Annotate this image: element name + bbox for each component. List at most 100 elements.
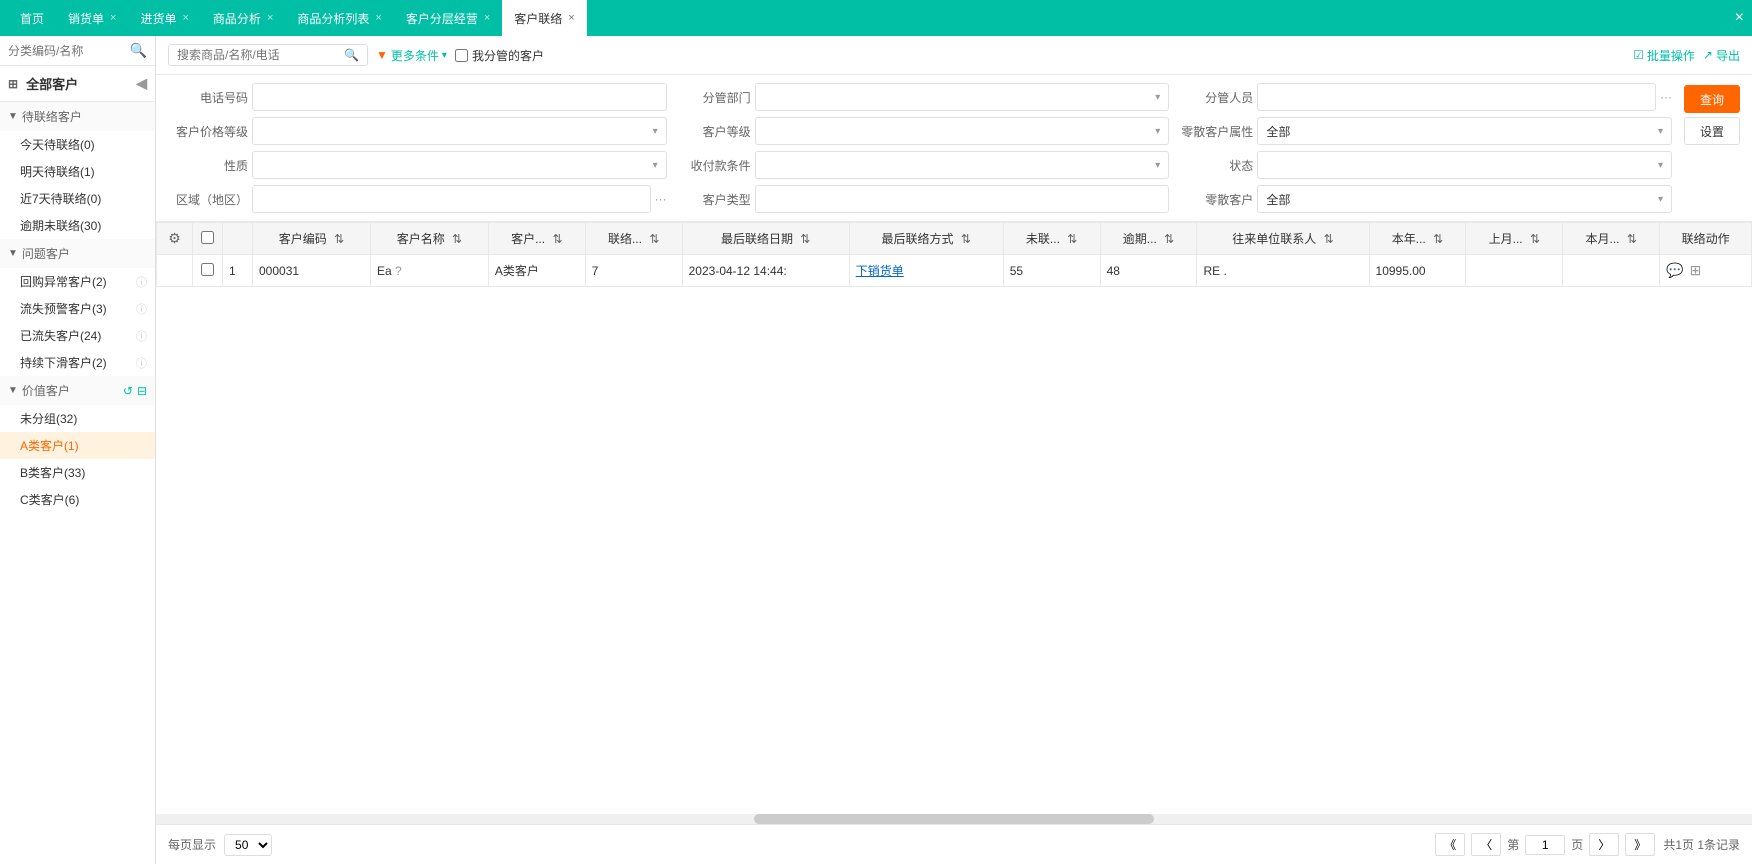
horizontal-scrollbar[interactable]	[156, 814, 1752, 824]
gear-settings-icon[interactable]: ⚙	[168, 230, 181, 246]
sort-icon-contact2[interactable]: ⇅	[1324, 232, 1334, 246]
col-last-method[interactable]: 最后联络方式 ⇅	[849, 223, 1003, 255]
sort-icon-overdue[interactable]: ⇅	[1164, 232, 1174, 246]
sort-icon-thismonth[interactable]: ⇅	[1627, 232, 1637, 246]
sidebar-item-c-class[interactable]: C类客户(6)	[0, 486, 155, 513]
sidebar-group-pending[interactable]: ▼ 待联络客户	[0, 102, 155, 131]
manager-dots-btn[interactable]: ···	[1660, 90, 1672, 104]
col-contact2[interactable]: 往来单位联系人 ⇅	[1197, 223, 1369, 255]
sort-icon-code[interactable]: ⇅	[334, 232, 344, 246]
manager-input[interactable]	[1257, 83, 1656, 111]
col-customer-code[interactable]: 客户编码 ⇅	[253, 223, 371, 255]
select-all-checkbox[interactable]	[201, 231, 214, 244]
prev-page-btn[interactable]: 〈	[1471, 833, 1501, 856]
all-customers-label[interactable]: 全部客户	[26, 74, 78, 93]
scrollbar-thumb[interactable]	[754, 814, 1154, 824]
tab-analysis-list[interactable]: 商品分析列表 ×	[285, 0, 393, 36]
price-tier-select[interactable]: ▾	[252, 117, 667, 145]
close-all-tabs[interactable]: ×	[1735, 9, 1744, 27]
sort-icon-name[interactable]: ⇅	[452, 232, 462, 246]
col-customer-level[interactable]: 客户... ⇅	[488, 223, 585, 255]
col-last-date[interactable]: 最后联络日期 ⇅	[682, 223, 849, 255]
sidebar-group-problem[interactable]: ▼ 问题客户	[0, 239, 155, 268]
col-last-month[interactable]: 上月... ⇅	[1466, 223, 1563, 255]
region-input[interactable]	[252, 185, 651, 213]
cust-type-input[interactable]	[755, 185, 1170, 213]
col-contact-count[interactable]: 联络... ⇅	[585, 223, 682, 255]
retail-attr-select[interactable]: 全部 ▾	[1257, 117, 1672, 145]
more-conditions-btn[interactable]: ▼ 更多条件 ▾	[376, 47, 447, 64]
sidebar-item-churn-warning[interactable]: 流失预警客户(3) ⓘ	[0, 295, 155, 322]
row-checkbox[interactable]	[201, 263, 214, 276]
next-page-btn[interactable]: 〉	[1589, 833, 1619, 856]
set-button[interactable]: 设置	[1684, 117, 1740, 145]
my-customer-check[interactable]	[455, 49, 468, 62]
sidebar-item-overdue[interactable]: 逾期未联络(30)	[0, 212, 155, 239]
row-method-cell: 下销货单	[849, 255, 1003, 287]
phone-input[interactable]	[252, 83, 667, 111]
sort-icon-lastmonth[interactable]: ⇅	[1530, 232, 1540, 246]
settings-icon[interactable]: ⊟	[137, 384, 147, 398]
info-icon-3: ⓘ	[136, 328, 147, 344]
sidebar-item-ungroup[interactable]: 未分组(32)	[0, 405, 155, 432]
col-customer-name[interactable]: 客户名称 ⇅	[370, 223, 488, 255]
search-submit-icon[interactable]: 🔍	[344, 48, 359, 62]
close-tab-purchase[interactable]: ×	[182, 12, 188, 24]
sidebar-search-icon[interactable]: 🔍	[130, 42, 147, 59]
payment-label: 收付款条件	[671, 157, 751, 174]
payment-select[interactable]: ▾	[755, 151, 1170, 179]
tab-purchase[interactable]: 进货单 ×	[128, 0, 200, 36]
col-this-month[interactable]: 本月... ⇅	[1563, 223, 1660, 255]
close-tab-analysis[interactable]: ×	[267, 12, 273, 24]
sort-icon-thisyear[interactable]: ⇅	[1433, 232, 1443, 246]
sidebar-item-b-class[interactable]: B类客户(33)	[0, 459, 155, 486]
col-gear[interactable]: ⚙	[157, 223, 193, 255]
sort-icon-date[interactable]: ⇅	[800, 232, 810, 246]
sidebar-search-input[interactable]	[8, 44, 130, 58]
tab-home[interactable]: 首页	[8, 0, 56, 36]
chat-icon[interactable]: 💬	[1666, 262, 1683, 279]
col-uncontacted[interactable]: 未联... ⇅	[1003, 223, 1100, 255]
tab-analysis[interactable]: 商品分析 ×	[201, 0, 285, 36]
first-page-btn[interactable]: 《	[1435, 833, 1465, 856]
sort-icon-level[interactable]: ⇅	[552, 232, 562, 246]
search-input[interactable]	[177, 48, 344, 62]
query-button[interactable]: 查询	[1684, 85, 1740, 113]
sidebar-item-today[interactable]: 今天待联络(0)	[0, 131, 155, 158]
last-page-btn[interactable]: 》	[1625, 833, 1655, 856]
sidebar-item-tomorrow[interactable]: 明天待联络(1)	[0, 158, 155, 185]
close-tab-customer-contact[interactable]: ×	[568, 12, 574, 24]
tab-customer-tier[interactable]: 客户分层经营 ×	[394, 0, 502, 36]
region-dots-btn[interactable]: ···	[655, 192, 667, 206]
close-tab-customer-tier[interactable]: ×	[484, 12, 490, 24]
sidebar-item-churned[interactable]: 已流失客户(24) ⓘ	[0, 322, 155, 349]
export-btn[interactable]: ↗ 导出	[1703, 47, 1740, 64]
sort-icon-uncontacted[interactable]: ⇅	[1067, 232, 1077, 246]
per-page-select[interactable]: 50	[224, 834, 272, 856]
sort-icon-contact[interactable]: ⇅	[649, 232, 659, 246]
last-method-link[interactable]: 下销货单	[856, 264, 904, 278]
nature-select[interactable]: ▾	[252, 151, 667, 179]
retail-select[interactable]: 全部 ▾	[1257, 185, 1672, 213]
status-select[interactable]: ▾	[1257, 151, 1672, 179]
sidebar-item-repurchase-abnormal[interactable]: 回购异常客户(2) ⓘ	[0, 268, 155, 295]
col-overdue[interactable]: 逾期... ⇅	[1100, 223, 1197, 255]
page-input[interactable]	[1525, 835, 1565, 855]
close-tab-sales[interactable]: ×	[110, 12, 116, 24]
qr-icon[interactable]: ⊞	[1690, 262, 1702, 279]
tab-sales[interactable]: 销货单 ×	[56, 0, 128, 36]
filter-cell-nature: 性质 ▾	[168, 151, 667, 179]
dept-select[interactable]: ▾	[755, 83, 1170, 111]
tab-customer-contact[interactable]: 客户联络 ×	[502, 0, 586, 36]
close-tab-analysis-list[interactable]: ×	[375, 12, 381, 24]
cust-tier-select[interactable]: ▾	[755, 117, 1170, 145]
refresh-icon[interactable]: ↺	[123, 384, 133, 398]
sidebar-collapse-btn[interactable]: ◀	[136, 75, 147, 92]
sidebar-group-value[interactable]: ▼ 价值客户 ↺ ⊟	[0, 376, 155, 405]
sidebar-item-declining[interactable]: 持续下滑客户(2) ⓘ	[0, 349, 155, 376]
sort-icon-method[interactable]: ⇅	[961, 232, 971, 246]
sidebar-item-7days[interactable]: 近7天待联络(0)	[0, 185, 155, 212]
col-this-year[interactable]: 本年... ⇅	[1369, 223, 1466, 255]
batch-op-btn[interactable]: ☑ 批量操作	[1633, 47, 1695, 64]
sidebar-item-a-class[interactable]: A类客户(1)	[0, 432, 155, 459]
